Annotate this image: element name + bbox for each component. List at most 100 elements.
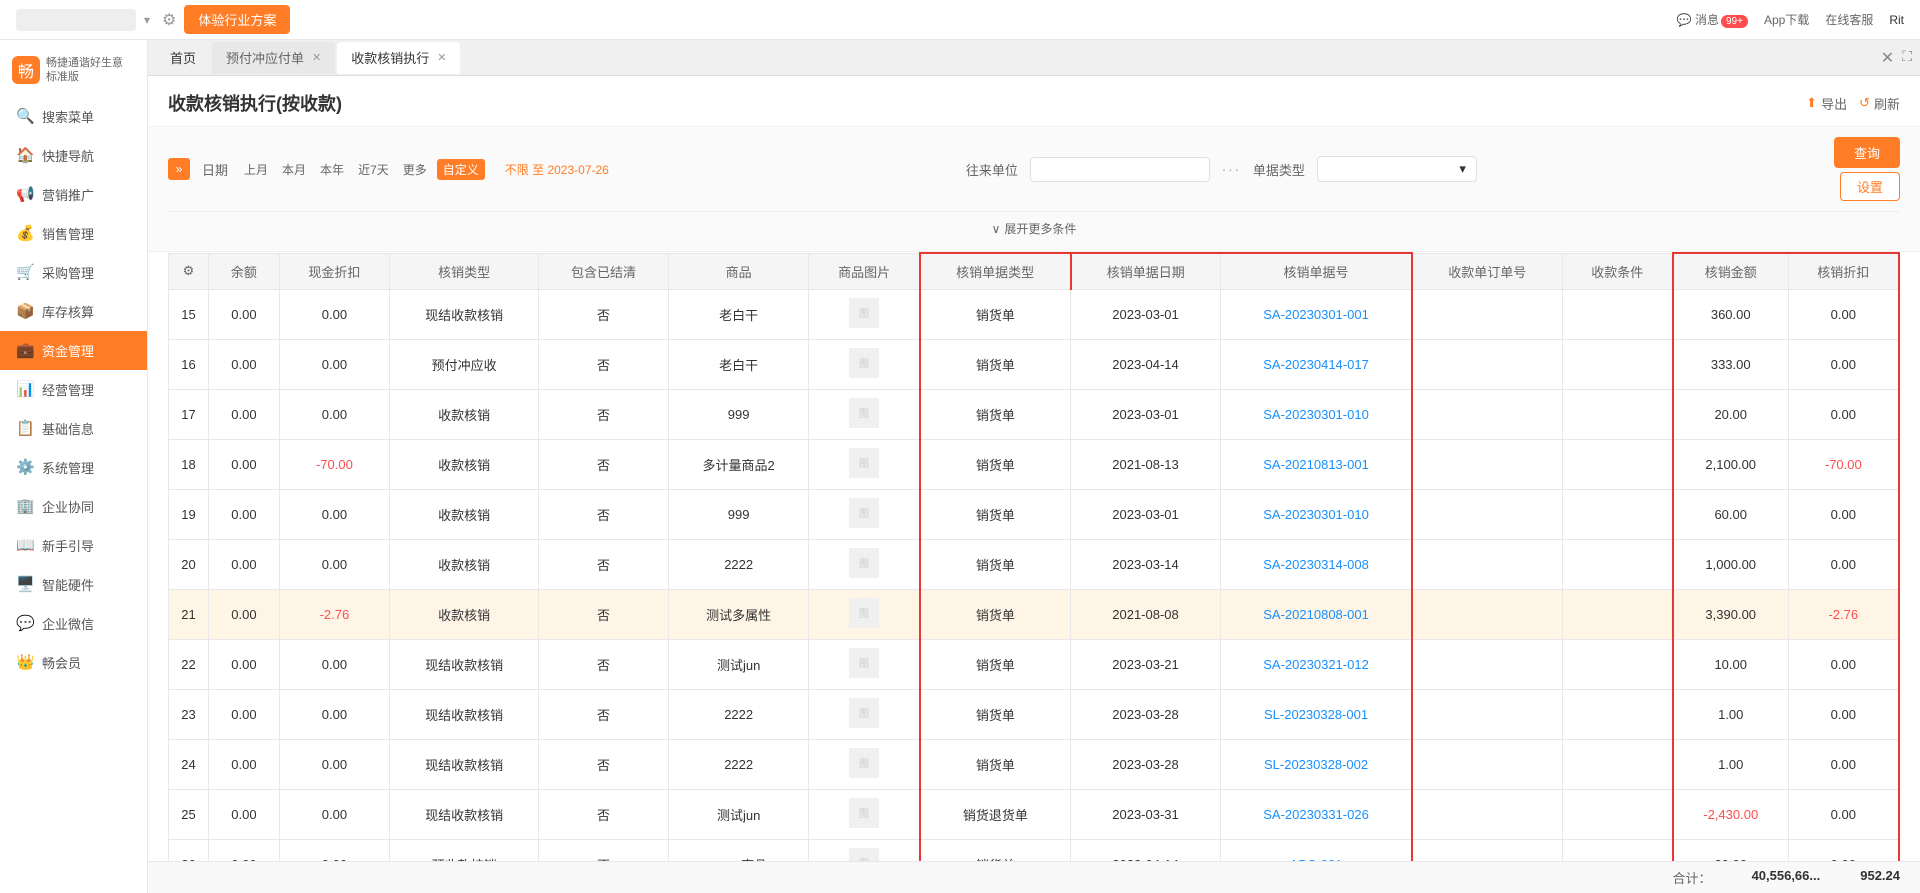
cell-goods-image: 图 <box>809 540 920 590</box>
cell-including-settled: 否 <box>539 540 669 590</box>
sidebar-item-shortcut[interactable]: 🏠快捷导航 <box>0 136 147 175</box>
th-writeoff-bill-date: 核销单据日期 <box>1071 253 1221 290</box>
sidebar-item-corp[interactable]: 🏢企业协同 <box>0 487 147 526</box>
cell-writeoff-amount: 1.00 <box>1673 690 1788 740</box>
cell-writeoff-bill-no: SA-20230314-008 <box>1221 540 1413 590</box>
page-header-actions: ⬆ 导出 ↺ 刷新 <box>1806 94 1900 113</box>
sidebar-item-inventory[interactable]: 📦库存核算 <box>0 292 147 331</box>
filter-expand-button[interactable]: » <box>168 158 190 180</box>
sidebar-item-guide[interactable]: 📖新手引导 <box>0 526 147 565</box>
cell-receipt-order-no <box>1412 790 1562 840</box>
sidebar-item-operation[interactable]: 📊经营管理 <box>0 370 147 409</box>
cell-cash-discount: 0.00 <box>279 290 389 340</box>
export-button[interactable]: ⬆ 导出 <box>1806 94 1847 113</box>
date-btn-this-month[interactable]: 本月 <box>278 159 310 180</box>
sidebar-item-basic[interactable]: 📋基础信息 <box>0 409 147 448</box>
bill-no-link[interactable]: SA-20230314-008 <box>1263 557 1369 572</box>
online-service-link[interactable]: 在线客服 <box>1825 11 1873 28</box>
date-btn-this-year[interactable]: 本年 <box>316 159 348 180</box>
app-download-link[interactable]: App下载 <box>1764 11 1809 28</box>
table-footer: 合计： 40,556,66... 952.24 <box>148 861 1920 893</box>
top-bar-left: ▾ ⚙ 体验行业方案 <box>16 5 1665 34</box>
date-btn-7days[interactable]: 近7天 <box>354 159 393 180</box>
sidebar-label-marketing: 营销推广 <box>42 185 94 204</box>
cell-writeoff-bill-date: 2023-03-28 <box>1071 740 1221 790</box>
filter-settings-button[interactable]: 设置 <box>1840 172 1900 201</box>
refresh-label: 刷新 <box>1874 94 1900 113</box>
counterpart-input[interactable] <box>1030 157 1210 182</box>
bill-no-link[interactable]: SA-20230301-010 <box>1263 407 1369 422</box>
cell-including-settled: 否 <box>539 690 669 740</box>
cell-including-settled: 否 <box>539 590 669 640</box>
refresh-button[interactable]: ↺ 刷新 <box>1859 94 1900 113</box>
th-settings[interactable]: ⚙ <box>169 253 209 290</box>
sidebar-item-purchase[interactable]: 🛒采购管理 <box>0 253 147 292</box>
sidebar-item-finance[interactable]: 💼资金管理 <box>0 331 147 370</box>
sidebar-label-finance: 资金管理 <box>42 341 94 360</box>
tab-home[interactable]: 首页 <box>156 42 210 74</box>
th-goods: 商品 <box>668 253 809 290</box>
date-custom-button[interactable]: 自定义 <box>437 159 485 180</box>
company-selector[interactable] <box>16 9 136 31</box>
table-row: 260.000.00预收款核销否123D商品图销货单2022-04-14ABC-… <box>169 840 1900 862</box>
tab-fullscreen-icon[interactable]: ⛶ <box>1902 48 1912 68</box>
date-btn-prev-month[interactable]: 上月 <box>240 159 272 180</box>
sidebar-item-search[interactable]: 🔍搜索菜单 <box>0 97 147 136</box>
cell-goods-image: 图 <box>809 740 920 790</box>
cell-balance: 0.00 <box>209 740 280 790</box>
tab-prepay-close-icon[interactable]: ✕ <box>312 51 321 64</box>
cell-receipt-condition <box>1562 790 1673 840</box>
main-content: 首页 预付冲应付单 ✕ 收款核销执行 ✕ ✕ ⛶ 收款核销执行(按收款) <box>148 40 1920 893</box>
tab-collection[interactable]: 收款核销执行 ✕ <box>337 42 460 74</box>
user-avatar[interactable]: Rit <box>1889 13 1904 27</box>
receipt-type-select[interactable]: ▾ <box>1317 156 1477 182</box>
cell-writeoff-bill-date: 2023-03-31 <box>1071 790 1221 840</box>
date-btn-more[interactable]: 更多 <box>399 159 431 180</box>
bill-no-link[interactable]: SL-20230328-002 <box>1264 757 1368 772</box>
bill-no-link[interactable]: SA-20230301-001 <box>1263 307 1369 322</box>
tab-collection-label: 收款核销执行 <box>351 48 429 67</box>
sidebar-item-sales[interactable]: 💰销售管理 <box>0 214 147 253</box>
bill-no-link[interactable]: SA-20210813-001 <box>1263 457 1369 472</box>
tab-bar-actions: ✕ ⛶ <box>1881 48 1912 68</box>
app-layout: 畅 畅捷通谐好生意标准版 🔍搜索菜单🏠快捷导航📢营销推广💰销售管理🛒采购管理📦库… <box>0 40 1920 893</box>
sidebar-icon-marketing: 📢 <box>16 185 34 203</box>
cell-writeoff-discount: 0.00 <box>1788 540 1899 590</box>
table-row: 210.00-2.76收款核销否测试多属性图销货单2021-08-08SA-20… <box>169 590 1900 640</box>
settings-icon[interactable]: ⚙ <box>162 10 176 30</box>
bill-no-link[interactable]: SA-20230414-017 <box>1263 357 1369 372</box>
bill-no-link[interactable]: SA-20230301-010 <box>1263 507 1369 522</box>
cell-writeoff-type: 现结收款核销 <box>389 290 538 340</box>
bill-no-link[interactable]: SA-20230321-012 <box>1263 657 1369 672</box>
cell-writeoff-bill-type: 销货单 <box>920 440 1071 490</box>
cell-cash-discount: 0.00 <box>279 490 389 540</box>
message-icon[interactable]: 💬 消息99+ <box>1677 11 1748 28</box>
expand-more-button[interactable]: ∨ 展开更多条件 <box>992 220 1077 237</box>
query-button[interactable]: 查询 <box>1834 137 1900 168</box>
sidebar-item-wechat[interactable]: 💬企业微信 <box>0 604 147 643</box>
cell-writeoff-amount: 10.00 <box>1673 640 1788 690</box>
tab-close-all-icon[interactable]: ✕ <box>1881 48 1894 68</box>
sidebar-item-marketing[interactable]: 📢 营销推广 <box>0 175 147 214</box>
cell-balance: 0.00 <box>209 790 280 840</box>
sidebar-item-hardware[interactable]: 🖥️智能硬件 <box>0 565 147 604</box>
sidebar-item-member[interactable]: 👑畅会员 <box>0 643 147 682</box>
bill-no-link[interactable]: SA-20230331-026 <box>1263 807 1369 822</box>
bill-no-link[interactable]: SA-20210808-001 <box>1263 607 1369 622</box>
industry-solution-button[interactable]: 体验行业方案 <box>184 5 290 34</box>
cell-receipt-order-no <box>1412 640 1562 690</box>
cell-writeoff-bill-date: 2023-03-01 <box>1071 390 1221 440</box>
cell-receipt-condition <box>1562 590 1673 640</box>
cell-receipt-order-no <box>1412 290 1562 340</box>
cell-receipt-condition <box>1562 440 1673 490</box>
cell-goods: 999 <box>668 490 809 540</box>
sidebar-item-system[interactable]: ⚙️系统管理 <box>0 448 147 487</box>
cell-goods: 多计量商品2 <box>668 440 809 490</box>
cell-no: 22 <box>169 640 209 690</box>
th-writeoff-amount: 核销金额 <box>1673 253 1788 290</box>
tab-prepay[interactable]: 预付冲应付单 ✕ <box>212 42 335 74</box>
cell-receipt-condition <box>1562 640 1673 690</box>
tab-collection-close-icon[interactable]: ✕ <box>437 51 446 64</box>
bill-no-link[interactable]: SL-20230328-001 <box>1264 707 1368 722</box>
sidebar-label-operation: 经营管理 <box>42 380 94 399</box>
